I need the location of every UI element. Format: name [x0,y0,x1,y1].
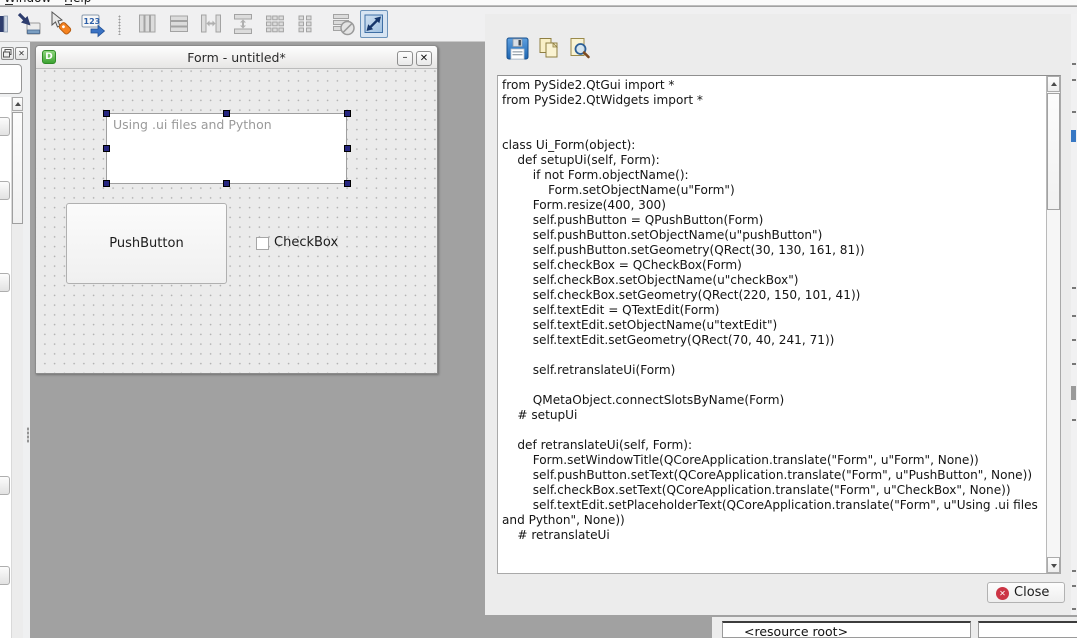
selection-handle[interactable] [103,110,110,117]
selection-handle[interactable] [344,180,351,187]
code-text-area[interactable]: from PySide2.QtGui import * from PySide2… [497,75,1061,574]
layout-horizontally-icon[interactable] [133,10,161,38]
close-dialog-button[interactable]: ✕ Close [987,582,1065,603]
resource-root-item[interactable]: <resource root> [744,624,848,638]
form-window-title: Form - untitled* [36,50,437,65]
minimize-button[interactable]: – [397,51,413,66]
checkbox-label[interactable]: CheckBox [274,235,338,250]
break-layout-icon[interactable] [329,10,357,38]
resource-preview-box [978,621,1077,638]
textedit-widget[interactable]: Using .ui files and Python [106,113,347,184]
generated-python-code[interactable]: from PySide2.QtGui import * from PySide2… [498,76,1046,573]
layout-splitter-vertical-icon[interactable] [229,10,257,38]
copy-icon[interactable] [537,36,562,61]
edit-tab-order-icon[interactable]: 123 [79,10,107,38]
scroll-up-button[interactable] [1047,76,1060,92]
widget-box-scrollbar[interactable] [11,97,23,638]
selection-handle[interactable] [223,110,230,117]
edit-signals-slots-icon[interactable] [15,10,43,38]
selection-handle[interactable] [223,180,230,187]
form-window-titlebar[interactable]: D Form - untitled* – ✕ [36,46,437,69]
code-scrollbar[interactable] [1046,76,1060,573]
save-icon[interactable] [505,36,530,61]
find-icon[interactable] [567,36,592,61]
selection-handle[interactable] [344,145,351,152]
close-button-label: Close [1014,585,1049,600]
selection-handle[interactable] [103,180,110,187]
dock-splitter-grip[interactable] [27,427,29,443]
close-circle-icon: ✕ [996,587,1009,600]
widget-box-dock: ✕ [0,42,30,638]
pushbutton-widget[interactable]: PushButton [66,203,227,284]
mnemonic-underline [65,4,72,5]
resource-browser-panel: <resource root> [712,617,1077,638]
mnemonic-underline [5,4,13,5]
selection-handle[interactable] [103,145,110,152]
svg-text:123: 123 [84,17,101,26]
widget-category-header[interactable] [0,566,10,585]
toolbar-separator [118,15,121,35]
layout-form-icon[interactable] [291,10,319,38]
layout-vertically-icon[interactable] [165,10,193,38]
scrollbar-thumb[interactable] [12,112,23,224]
widget-box-list[interactable] [0,97,11,638]
close-window-button[interactable]: ✕ [416,51,432,66]
layout-grid-icon[interactable] [261,10,289,38]
widget-category-header[interactable] [0,181,10,200]
dock-close-button[interactable]: ✕ [15,47,28,60]
widget-category-header[interactable] [0,273,10,292]
right-panel-edge [1071,14,1077,615]
dock-float-button[interactable] [1,47,14,60]
form-canvas[interactable]: Using .ui files and Python PushButton Ch… [36,69,437,373]
widget-category-header[interactable] [0,476,10,495]
scroll-down-button[interactable] [1047,557,1060,573]
code-preview-dialog: from PySide2.QtGui import * from PySide2… [485,14,1071,615]
resource-tree[interactable]: <resource root> [722,621,971,638]
scrollbar-sliver [1071,386,1076,400]
widget-filter-input[interactable] [0,64,22,94]
scrollbar-thumb[interactable] [1047,93,1060,210]
form-editor-window: D Form - untitled* – ✕ Using .ui files a… [35,45,438,374]
adjust-size-icon[interactable] [360,10,388,38]
edit-widgets-icon[interactable] [0,10,8,38]
layout-splitter-horizontal-icon[interactable] [197,10,225,38]
menu-bar: Window Help [0,0,1077,6]
scroll-up-button[interactable] [12,97,23,111]
checkbox-widget[interactable] [256,237,269,250]
edit-buddies-icon[interactable] [47,10,75,38]
selection-handle[interactable] [344,110,351,117]
widget-category-header[interactable] [0,117,10,136]
selected-row-sliver [1071,130,1076,142]
